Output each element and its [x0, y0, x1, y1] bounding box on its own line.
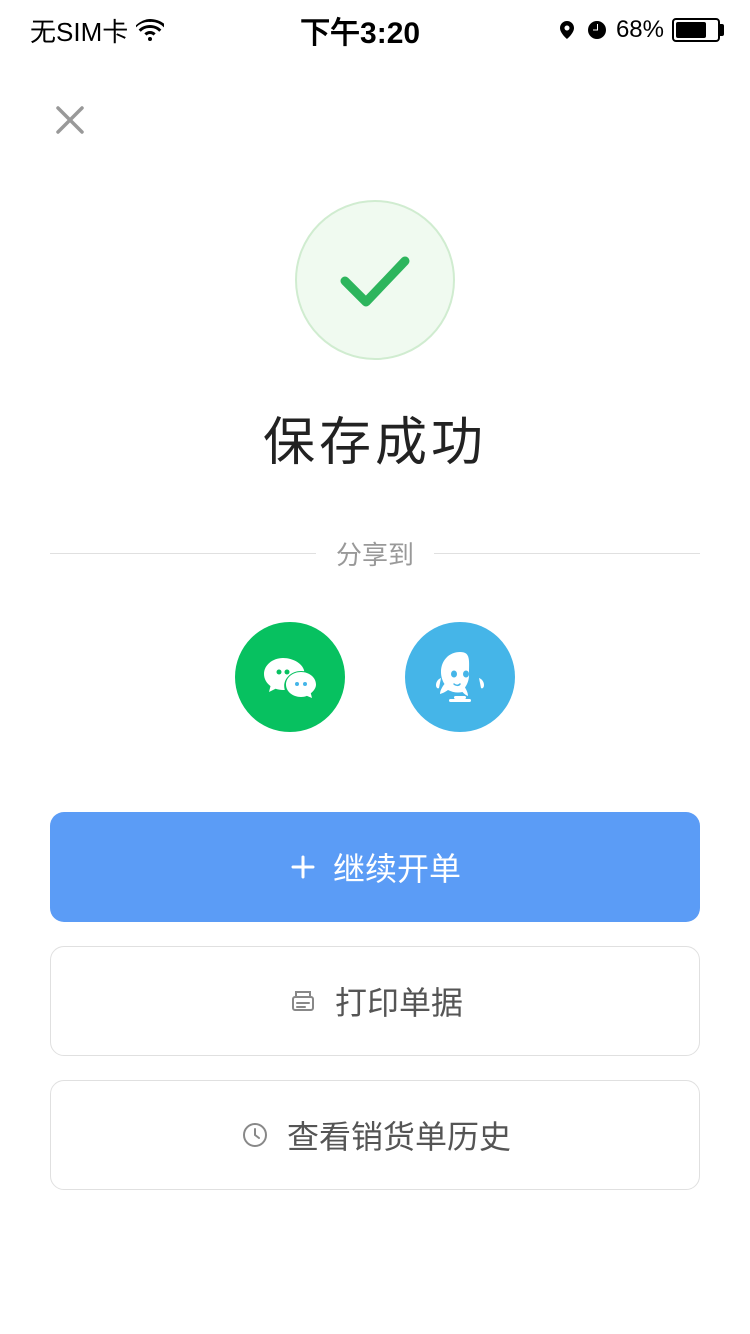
- share-label: 分享到: [316, 535, 434, 572]
- share-icons-row: [235, 622, 515, 732]
- printer-icon: [287, 985, 319, 1017]
- qq-icon: [427, 644, 493, 710]
- checkmark-icon: [330, 235, 420, 325]
- wechat-icon: [257, 650, 323, 704]
- qq-share-button[interactable]: [405, 622, 515, 732]
- status-carrier: 无SIM卡: [30, 12, 164, 49]
- history-icon: [239, 1119, 271, 1151]
- status-bar: 无SIM卡 下午3:20 68%: [0, 0, 750, 60]
- share-divider: 分享到: [50, 535, 700, 572]
- close-button[interactable]: [40, 90, 100, 150]
- wifi-icon: [136, 19, 164, 41]
- plus-icon: [289, 853, 317, 881]
- battery-indicator: [672, 18, 720, 42]
- location-icon: [556, 19, 578, 41]
- print-button[interactable]: 打印单据: [50, 946, 700, 1056]
- status-icons: 68%: [556, 16, 720, 44]
- wechat-share-button[interactable]: [235, 622, 345, 732]
- alarm-icon: [586, 19, 608, 41]
- view-history-button[interactable]: 查看销货单历史: [50, 1080, 700, 1190]
- main-content: 保存成功 分享到: [0, 150, 750, 1334]
- success-icon-circle: [295, 200, 455, 360]
- success-title: 保存成功: [263, 400, 487, 475]
- continue-order-button[interactable]: 继续开单: [50, 812, 700, 922]
- status-time: 下午3:20: [300, 8, 420, 52]
